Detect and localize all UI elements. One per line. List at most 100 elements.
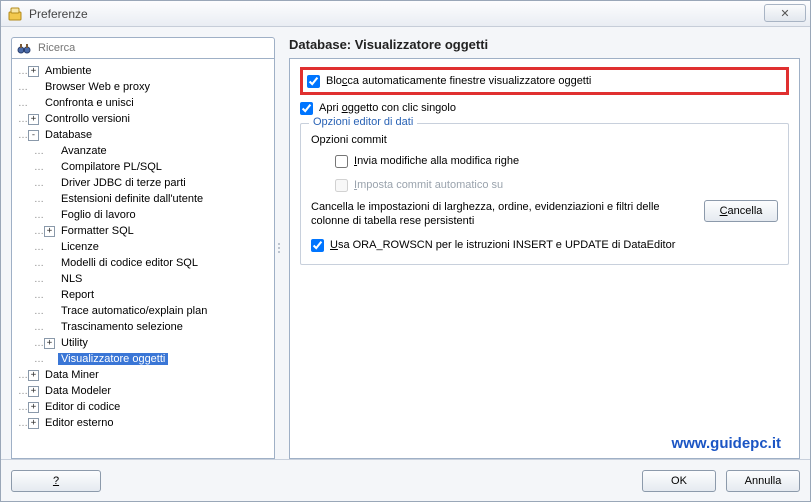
tree-item-label: Editor esterno [42, 417, 116, 429]
tree-item[interactable]: … Foglio di lavoro [14, 207, 272, 223]
tree-item-label: Avanzate [58, 145, 110, 157]
expand-icon[interactable]: + [28, 114, 39, 125]
tree-item[interactable]: … Trace automatico/explain plan [14, 303, 272, 319]
tree-item[interactable]: …Visualizzatore oggetti [14, 351, 272, 367]
nav-tree[interactable]: …+Ambiente…Browser Web e proxy…Confronta… [11, 59, 275, 459]
tree-guide: … [14, 274, 44, 285]
tree-guide: … [14, 114, 28, 125]
toggle-placeholder [28, 82, 39, 93]
tree-guide: … [14, 82, 28, 93]
tree-item[interactable]: …+Utility [14, 335, 272, 351]
tree-item[interactable]: …+Editor di codice [14, 399, 272, 415]
tree-guide: … [14, 322, 44, 333]
tree-guide: … [14, 290, 44, 301]
single-click-checkbox[interactable]: Apri oggetto con clic singolo [300, 99, 789, 117]
tree-item-label: Visualizzatore oggetti [58, 353, 168, 365]
tree-item[interactable]: …Compilatore PL/SQL [14, 159, 272, 175]
annulla-label: Annulla [745, 475, 782, 487]
block-windows-checkbox[interactable]: Blocca automaticamente finestre visualiz… [307, 72, 782, 90]
right-panel: Database: Visualizzatore oggetti Blocca … [283, 37, 800, 459]
panel-title: Database: Visualizzatore oggetti [289, 37, 800, 58]
tree-item-label: Foglio di lavoro [58, 209, 139, 221]
tree-guide: … [14, 258, 44, 269]
tree-item[interactable]: …Driver JDBC di terze parti [14, 175, 272, 191]
splitter[interactable] [275, 37, 283, 459]
data-editor-fieldset: Opzioni editor di dati Opzioni commit In… [300, 123, 789, 265]
tree-item-label: Database [42, 129, 95, 141]
tree-guide: … [14, 194, 44, 205]
tree-guide: … [14, 402, 28, 413]
expand-icon[interactable]: + [28, 402, 39, 413]
expand-icon[interactable]: + [28, 418, 39, 429]
block-windows-label: Blocca automaticamente finestre visualiz… [326, 75, 591, 87]
tree-item[interactable]: …Browser Web e proxy [14, 79, 272, 95]
toggle-placeholder [44, 178, 55, 189]
app-icon [7, 6, 23, 22]
search-box [11, 37, 275, 59]
fieldset-legend: Opzioni editor di dati [309, 116, 417, 128]
tree-guide: … [14, 306, 44, 317]
tree-item[interactable]: … Licenze [14, 239, 272, 255]
tree-item[interactable]: …Estensioni definite dall'utente [14, 191, 272, 207]
ok-label: OK [671, 475, 687, 487]
tree-item-label: Modelli di codice editor SQL [58, 257, 201, 269]
tree-item[interactable]: …+Formatter SQL [14, 223, 272, 239]
rowscn-check[interactable] [311, 239, 324, 252]
tree-guide: … [14, 242, 44, 253]
tree-item[interactable]: …NLS [14, 271, 272, 287]
tree-item[interactable]: …+Editor esterno [14, 415, 272, 431]
tree-item-label: Controllo versioni [42, 113, 133, 125]
tree-item[interactable]: …Report [14, 287, 272, 303]
tree-item[interactable]: …-Database [14, 127, 272, 143]
send-changes-check[interactable] [335, 155, 348, 168]
left-panel: …+Ambiente…Browser Web e proxy…Confronta… [11, 37, 275, 459]
expand-icon[interactable]: + [44, 338, 55, 349]
auto-commit-check [335, 179, 348, 192]
single-click-check[interactable] [300, 102, 313, 115]
tree-item-label: Trascinamento selezione [58, 321, 186, 333]
tree-item[interactable]: …+Ambiente [14, 63, 272, 79]
tree-item[interactable]: …Avanzate [14, 143, 272, 159]
toggle-placeholder [44, 194, 55, 205]
expand-icon[interactable]: + [28, 370, 39, 381]
clear-button[interactable]: Cancella [704, 200, 778, 222]
tree-item[interactable]: …+Data Modeler [14, 383, 272, 399]
window-title: Preferenze [29, 7, 88, 21]
toggle-placeholder [44, 322, 55, 333]
clear-settings-row: Cancella le impostazioni di larghezza, o… [311, 200, 778, 228]
ok-button[interactable]: OK [642, 470, 716, 492]
tree-item[interactable]: … Modelli di codice editor SQL [14, 255, 272, 271]
expand-icon[interactable]: + [44, 226, 55, 237]
toggle-placeholder [28, 98, 39, 109]
tree-item-label: Trace automatico/explain plan [58, 305, 210, 317]
expand-icon[interactable]: + [28, 66, 39, 77]
tree-guide: … [14, 130, 28, 141]
close-button[interactable]: ✕ [764, 4, 806, 22]
content-area: …+Ambiente…Browser Web e proxy…Confronta… [1, 27, 810, 459]
toggle-placeholder [44, 290, 55, 301]
tree-guide: … [14, 210, 44, 221]
panel-body: Blocca automaticamente finestre visualiz… [289, 58, 800, 459]
help-label: ? [53, 475, 59, 487]
expand-icon[interactable]: + [28, 386, 39, 397]
toggle-placeholder [44, 274, 55, 285]
tree-guide: … [14, 178, 44, 189]
toggle-placeholder [44, 354, 55, 365]
send-changes-label: Invia modifiche alla modifica righe [354, 155, 519, 167]
help-button[interactable]: ? [11, 470, 101, 492]
tree-item[interactable]: …+Data Miner [14, 367, 272, 383]
send-changes-checkbox[interactable]: Invia modifiche alla modifica righe [335, 152, 778, 170]
toggle-placeholder [44, 242, 55, 253]
collapse-icon[interactable]: - [28, 130, 39, 141]
cancel-dialog-button[interactable]: Annulla [726, 470, 800, 492]
auto-commit-label: Imposta commit automatico su [354, 179, 503, 191]
tree-guide: … [14, 386, 28, 397]
tree-item[interactable]: …+Controllo versioni [14, 111, 272, 127]
search-input[interactable] [36, 41, 270, 55]
close-icon: ✕ [780, 7, 789, 20]
tree-item[interactable]: …Confronta e unisci [14, 95, 272, 111]
tree-item[interactable]: … Trascinamento selezione [14, 319, 272, 335]
rowscn-checkbox[interactable]: Usa ORA_ROWSCN per le istruzioni INSERT … [311, 236, 778, 254]
tree-item-label: Licenze [58, 241, 102, 253]
block-windows-check[interactable] [307, 75, 320, 88]
